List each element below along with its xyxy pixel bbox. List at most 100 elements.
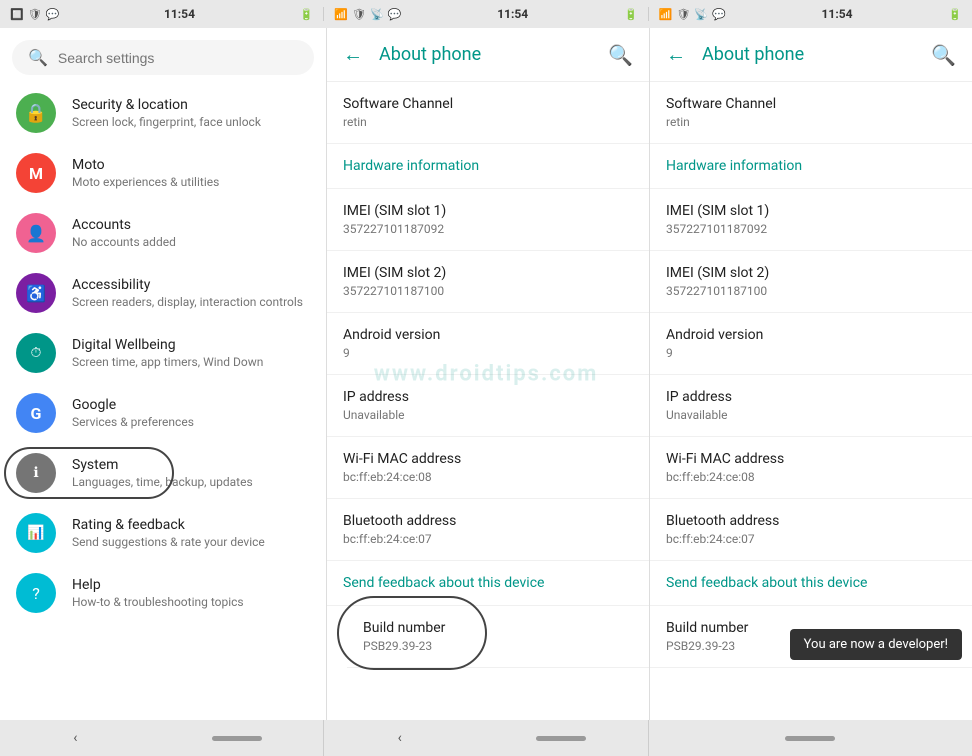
about-item-android-m[interactable]: Android version 9: [327, 313, 649, 375]
battery-middle: 🔋: [624, 8, 638, 21]
rating-icon: 📊: [16, 513, 56, 553]
about-header-middle: ← About phone 🔍: [327, 28, 649, 82]
accounts-subtitle: No accounts added: [72, 235, 310, 249]
rating-subtitle: Send suggestions & rate your device: [72, 535, 310, 549]
android-subtitle-m: 9: [343, 346, 633, 360]
status-icons-left: 🔲 🛡 💬: [10, 8, 59, 21]
about-item-imei2-m[interactable]: IMEI (SIM slot 2) 357227101187100: [327, 251, 649, 313]
about-item-imei2-r[interactable]: IMEI (SIM slot 2) 357227101187100: [650, 251, 972, 313]
system-title: System: [72, 457, 310, 473]
imei2-subtitle-r: 357227101187100: [666, 284, 956, 298]
message-icon-m: 💬: [388, 8, 402, 21]
settings-item-security[interactable]: 🔒 Security & location Screen lock, finge…: [0, 83, 326, 143]
search-icon-middle[interactable]: 🔍: [608, 43, 633, 67]
moto-icon: M: [16, 153, 56, 193]
nav-pill-right: [785, 736, 835, 741]
shield-icon-m: 🛡: [352, 8, 366, 21]
accessibility-icon: ♿: [16, 273, 56, 313]
status-panel-middle: 📶 🛡 📡 💬 11:54 🔋: [324, 7, 648, 21]
bluetooth-title-m: Bluetooth address: [343, 513, 633, 529]
about-item-ip-r[interactable]: IP address Unavailable: [650, 375, 972, 437]
about-item-feedback-m[interactable]: Send feedback about this device: [327, 561, 649, 606]
time-middle: 11:54: [497, 7, 528, 21]
android-title-m: Android version: [343, 327, 633, 343]
sw-channel-title-r: Software Channel: [666, 96, 956, 112]
help-subtitle: How-to & troubleshooting topics: [72, 595, 310, 609]
settings-item-rating[interactable]: 📊 Rating & feedback Send suggestions & r…: [0, 503, 326, 563]
about-item-wifi-r[interactable]: Wi-Fi MAC address bc:ff:eb:24:ce:08: [650, 437, 972, 499]
hw-info-title-m: Hardware information: [343, 158, 633, 174]
system-subtitle: Languages, time, backup, updates: [72, 475, 310, 489]
imei2-subtitle-m: 357227101187100: [343, 284, 633, 298]
shield-icon: 🛡: [28, 8, 42, 21]
search-icon-right[interactable]: 🔍: [931, 43, 956, 67]
ip-title-r: IP address: [666, 389, 956, 405]
nav-panel-left: ‹: [0, 720, 324, 756]
about-item-android-r[interactable]: Android version 9: [650, 313, 972, 375]
status-panel-right: 📶 🛡 📡 💬 11:54 🔋: [649, 7, 972, 21]
search-input[interactable]: [58, 50, 298, 66]
sw-channel-subtitle-m: retin: [343, 115, 633, 129]
nav-pill-middle: [536, 736, 586, 741]
accounts-title: Accounts: [72, 217, 310, 233]
about-item-hw-info-m[interactable]: Hardware information: [327, 144, 649, 189]
ip-title-m: IP address: [343, 389, 633, 405]
accessibility-subtitle: Screen readers, display, interaction con…: [72, 295, 310, 309]
back-icon-right[interactable]: ←: [666, 42, 686, 67]
status-panel-left: 🔲 🛡 💬 11:54 🔋: [0, 7, 324, 21]
google-subtitle: Services & preferences: [72, 415, 310, 429]
wifi-icon-r: 📡: [694, 8, 708, 21]
settings-item-google[interactable]: G Google Services & preferences: [0, 383, 326, 443]
battery-icons-middle: 🔋: [624, 8, 638, 21]
about-item-imei1-m[interactable]: IMEI (SIM slot 1) 357227101187092: [327, 189, 649, 251]
settings-item-digital[interactable]: ⏱ Digital Wellbeing Screen time, app tim…: [0, 323, 326, 383]
settings-item-help[interactable]: ? Help How-to & troubleshooting topics: [0, 563, 326, 623]
imei1-subtitle-r: 357227101187092: [666, 222, 956, 236]
settings-item-accessibility[interactable]: ♿ Accessibility Screen readers, display,…: [0, 263, 326, 323]
battery-left: 🔋: [300, 8, 314, 21]
nav-pill-left: [212, 736, 262, 741]
toast-notification: You are now a developer!: [790, 629, 962, 660]
back-icon-middle[interactable]: ←: [343, 42, 363, 67]
status-icons-right: 📶 🛡 📡 💬: [659, 8, 726, 21]
digital-subtitle: Screen time, app timers, Wind Down: [72, 355, 310, 369]
message-icon-r: 💬: [712, 8, 726, 21]
about-item-bluetooth-r[interactable]: Bluetooth address bc:ff:eb:24:ce:07: [650, 499, 972, 561]
about-item-ip-m[interactable]: IP address Unavailable: [327, 375, 649, 437]
back-nav-middle[interactable]: ‹: [386, 726, 414, 750]
sw-channel-title-m: Software Channel: [343, 96, 633, 112]
about-item-build-m[interactable]: Build number PSB29.39-23: [347, 606, 649, 668]
wifi-icon-m: 📡: [370, 8, 384, 21]
settings-item-accounts[interactable]: 👤 Accounts No accounts added: [0, 203, 326, 263]
about-item-sw-channel-m[interactable]: Software Channel retin: [327, 82, 649, 144]
settings-item-system[interactable]: ℹ System Languages, time, backup, update…: [0, 443, 326, 503]
about-item-sw-channel-r[interactable]: Software Channel retin: [650, 82, 972, 144]
settings-item-moto[interactable]: M Moto Moto experiences & utilities: [0, 143, 326, 203]
imei1-title-m: IMEI (SIM slot 1): [343, 203, 633, 219]
accessibility-title: Accessibility: [72, 277, 310, 293]
security-title: Security & location: [72, 97, 310, 113]
imei2-title-r: IMEI (SIM slot 2): [666, 265, 956, 281]
time-left: 11:54: [164, 7, 195, 21]
about-item-wifi-m[interactable]: Wi-Fi MAC address bc:ff:eb:24:ce:08: [327, 437, 649, 499]
imei1-subtitle-m: 357227101187092: [343, 222, 633, 236]
android-title-r: Android version: [666, 327, 956, 343]
back-nav-left[interactable]: ‹: [61, 726, 89, 750]
build-title-m: Build number: [363, 620, 633, 636]
main-content: www.droidtips.com 🔍 🔒 Security & locatio…: [0, 28, 972, 720]
imei1-title-r: IMEI (SIM slot 1): [666, 203, 956, 219]
help-title: Help: [72, 577, 310, 593]
nav-bar: ‹ ‹: [0, 720, 972, 756]
message-icon: 💬: [46, 8, 60, 21]
bluetooth-subtitle-r: bc:ff:eb:24:ce:07: [666, 532, 956, 546]
about-item-imei1-r[interactable]: IMEI (SIM slot 1) 357227101187092: [650, 189, 972, 251]
notification-icon: 🔲: [10, 8, 24, 21]
build-subtitle-m: PSB29.39-23: [363, 639, 633, 653]
accounts-icon: 👤: [16, 213, 56, 253]
about-item-hw-info-r[interactable]: Hardware information: [650, 144, 972, 189]
about-item-feedback-r[interactable]: Send feedback about this device: [650, 561, 972, 606]
moto-subtitle: Moto experiences & utilities: [72, 175, 310, 189]
about-item-bluetooth-m[interactable]: Bluetooth address bc:ff:eb:24:ce:07: [327, 499, 649, 561]
search-icon: 🔍: [28, 48, 48, 67]
search-bar[interactable]: 🔍: [12, 40, 314, 75]
